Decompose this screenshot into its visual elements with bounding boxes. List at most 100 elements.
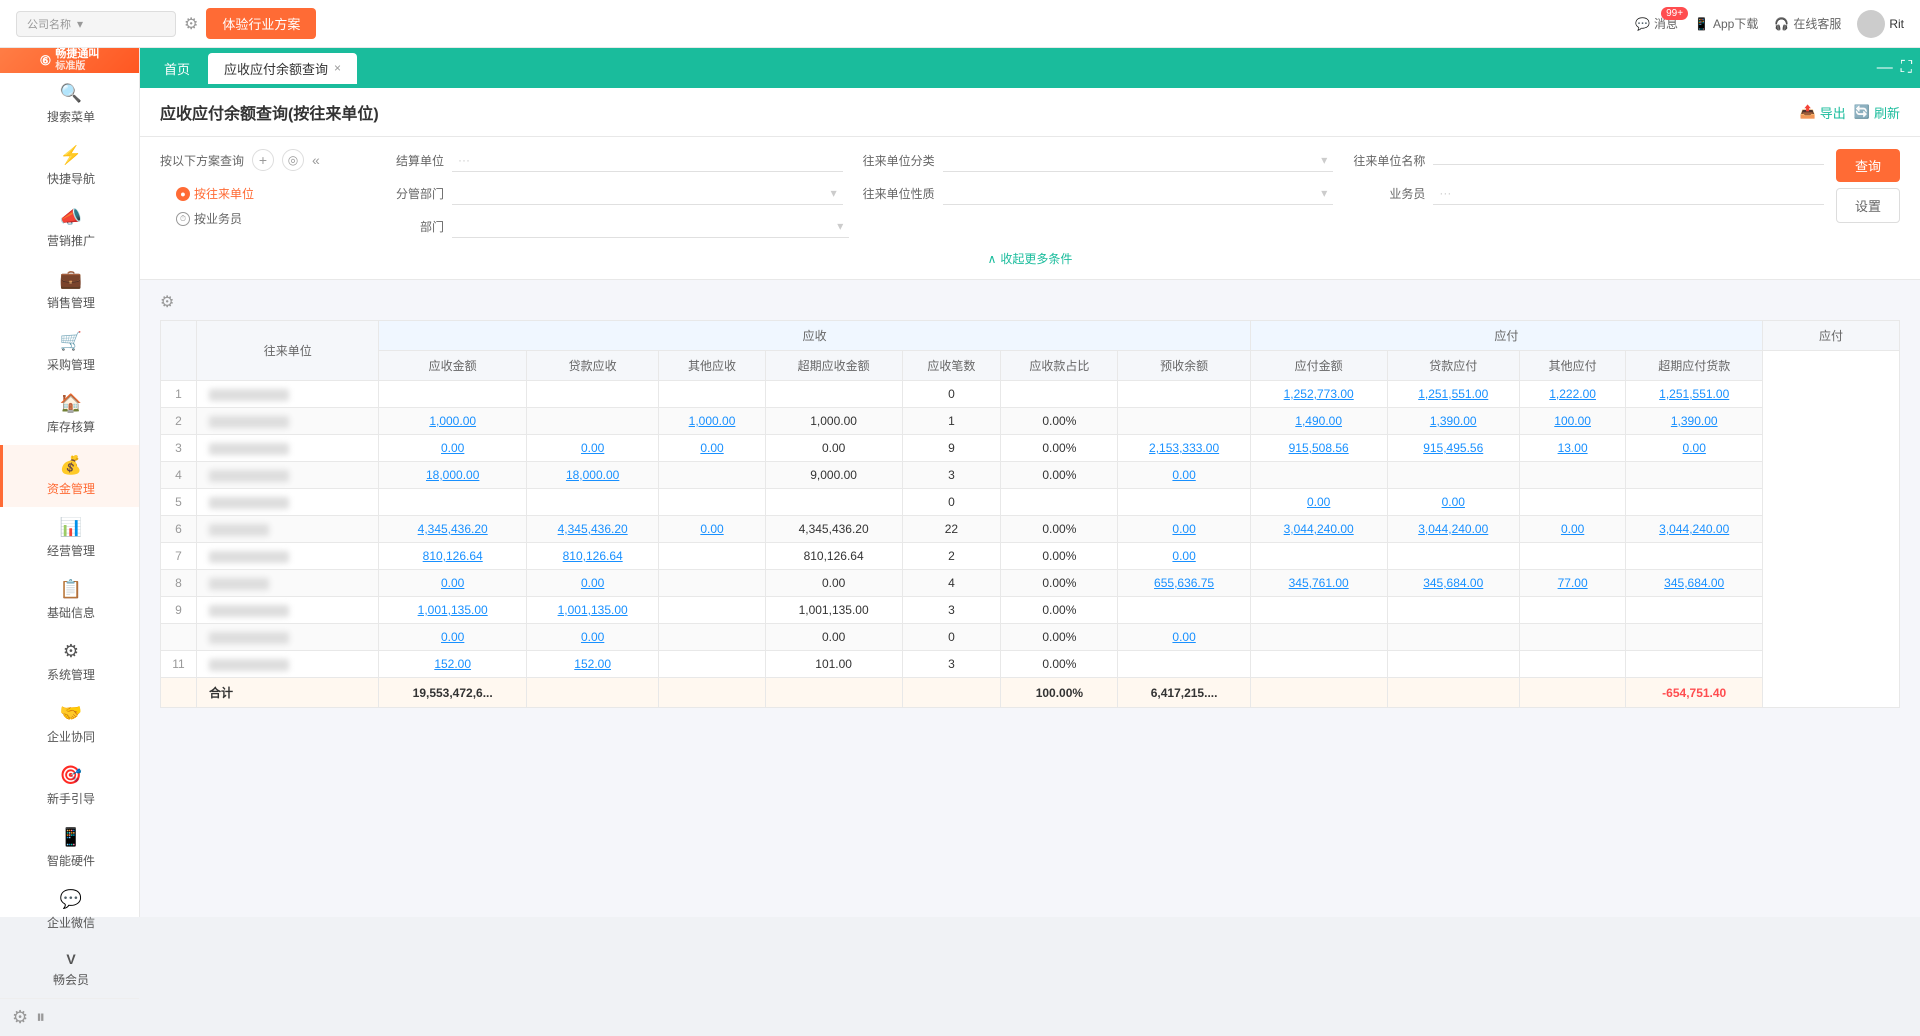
scheme-dot-icon: ● [176, 187, 190, 201]
quicknav-icon: ⚡ [60, 145, 82, 166]
export-icon: 📤 [1800, 104, 1816, 120]
department-arrow: ▾ [837, 219, 843, 233]
tab-close-icon[interactable]: × [334, 61, 341, 75]
top-bar-left: 公司名称 ▾ ⚙ 体验行业方案 [16, 8, 1623, 39]
sidebar-item-vip[interactable]: V 畅会员 [0, 941, 139, 998]
filter-collapse-button[interactable]: ∧ 收起更多条件 [160, 250, 1900, 267]
user-profile[interactable]: Rit [1857, 10, 1904, 38]
unit-category-input[interactable]: ▾ [943, 149, 1334, 172]
purchase-icon: 🛒 [60, 331, 82, 352]
th-rownum [161, 321, 197, 381]
sidebar-item-quicknav[interactable]: ⚡ 快捷导航 [0, 135, 139, 197]
th-recv-amount: 应收金额 [379, 351, 527, 381]
scheme-item-unit[interactable]: ● 按往来单位 [168, 181, 360, 206]
expand-icon[interactable]: ⛶ [1901, 59, 1912, 77]
branch-dept-input[interactable]: ▾ [452, 182, 843, 205]
table-area: ⚙ 往来单位 应收 应付 应付 [140, 280, 1920, 720]
message-badge: 99+ [1661, 7, 1688, 20]
user-name: Rit [1889, 17, 1904, 31]
settlement-unit-input[interactable]: ··· [452, 149, 843, 172]
table-row: 80.000.000.0040.00%655,636.75345,761.003… [161, 570, 1900, 597]
sidebar-item-label: 搜索菜单 [47, 108, 95, 125]
filter-unit-category: 往来单位分类 ▾ [863, 149, 1334, 172]
sidebar-item-label: 系统管理 [47, 666, 95, 683]
th-unit: 往来单位 [197, 321, 379, 381]
settings-icon[interactable]: ⚙ [184, 14, 198, 34]
unit-nature-input[interactable]: ▾ [943, 182, 1334, 205]
table-settings-icon[interactable]: ⚙ [160, 292, 174, 312]
header-actions: 📤 导出 🔄 刷新 [1800, 103, 1900, 122]
filter-setting-button[interactable]: ◎ [282, 149, 304, 171]
sidebar-item-search[interactable]: 🔍 搜索菜单 [0, 73, 139, 135]
th-pay-amount: 应付金额 [1250, 351, 1387, 381]
table-row: 7810,126.64810,126.64810,126.6420.00%0.0… [161, 543, 1900, 570]
sidebar-item-wechat[interactable]: 💬 企业微信 [0, 879, 139, 941]
sidebar-item-guide[interactable]: 🎯 新手引导 [0, 755, 139, 817]
message-icon: 💬 [1635, 17, 1650, 31]
filter-add-button[interactable]: + [252, 149, 274, 171]
query-button[interactable]: 查询 [1836, 149, 1900, 182]
sidebar-item-marketing[interactable]: 📣 营销推广 [0, 197, 139, 259]
hardware-icon: 📱 [60, 827, 82, 848]
bottom-settings-icon[interactable]: ⚙ [12, 1007, 28, 1028]
export-button[interactable]: 📤 导出 [1800, 103, 1846, 122]
filter-collapse-arrow[interactable]: « [312, 152, 320, 168]
sidebar-item-basic[interactable]: 📋 基础信息 [0, 569, 139, 631]
footer-label: 合计 [197, 678, 379, 708]
sidebar-item-collaboration[interactable]: 🤝 企业协同 [0, 693, 139, 755]
th-overdue-recv: 超期应收金额 [765, 351, 902, 381]
sidebar-item-system[interactable]: ⚙ 系统管理 [0, 631, 139, 693]
unit-nature-label: 往来单位性质 [863, 185, 935, 202]
sales-icon: 💼 [60, 269, 82, 290]
settings-button[interactable]: 设置 [1836, 188, 1900, 223]
tab-home[interactable]: 首页 [148, 53, 206, 84]
finance-icon: 💰 [60, 455, 82, 476]
bottom-collapse-icon[interactable]: ⏸ [36, 1007, 45, 1028]
th-loan-pay: 贷款应付 [1387, 351, 1519, 381]
footer-other-recv [659, 678, 765, 708]
sidebar-item-finance[interactable]: 💰 资金管理 [0, 445, 139, 507]
tab-bar-right: — ⛶ [1877, 59, 1912, 77]
layout: ⑥ 畅捷通叫 标准版 🔍 搜索菜单 ⚡ 快捷导航 📣 营销推广 💼 销售管理 🛒… [0, 48, 1920, 917]
scheme-item-salesperson[interactable]: ⏱ 按业务员 [168, 206, 360, 231]
guide-icon: 🎯 [60, 765, 82, 786]
unit-name-label: 往来单位名称 [1353, 152, 1425, 169]
tab-active[interactable]: 应收应付余额查询 × [208, 53, 357, 84]
sidebar-item-inventory[interactable]: 🏠 库存核算 [0, 383, 139, 445]
footer-pay-amount [1250, 678, 1387, 708]
sidebar-item-label: 库存核算 [47, 418, 95, 435]
th-other-recv: 其他应收 [659, 351, 765, 381]
online-service-button[interactable]: 🎧 在线客服 [1774, 15, 1841, 32]
company-selector[interactable]: 公司名称 ▾ [16, 11, 176, 37]
marketing-icon: 📣 [60, 207, 82, 228]
collapse-label: 收起更多条件 [1000, 250, 1072, 267]
salesperson-input[interactable]: ··· [1433, 182, 1824, 205]
sidebar-item-sales[interactable]: 💼 销售管理 [0, 259, 139, 321]
sidebar-item-management[interactable]: 📊 经营管理 [0, 507, 139, 569]
message-button[interactable]: 💬 消息 99+ [1635, 15, 1678, 32]
scheme-label: 按往来单位 [194, 185, 254, 202]
table-row: 101,252,773.001,251,551.001,222.001,251,… [161, 381, 1900, 408]
sidebar-item-label: 企业协同 [47, 728, 95, 745]
refresh-button[interactable]: 🔄 刷新 [1854, 103, 1900, 122]
footer-other-pay [1519, 678, 1625, 708]
minimize-icon[interactable]: — [1877, 59, 1893, 77]
unit-name-input[interactable] [1433, 156, 1824, 165]
unit-category-arrow: ▾ [1321, 153, 1327, 167]
app-download-button[interactable]: 📱 App下载 [1694, 15, 1758, 32]
table-row: 64,345,436.204,345,436.200.004,345,436.2… [161, 516, 1900, 543]
trial-button[interactable]: 体验行业方案 [206, 8, 316, 39]
app-download-label: App下载 [1713, 15, 1758, 32]
table-footer-row: 合计 19,553,472,6... 100.00% 6,417,215.... [161, 678, 1900, 708]
sidebar-item-label: 资金管理 [47, 480, 95, 497]
filter-label-row: 按以下方案查询 + ◎ « [160, 149, 360, 171]
sidebar-item-hardware[interactable]: 📱 智能硬件 [0, 817, 139, 879]
settlement-unit-label: 结算单位 [372, 152, 444, 169]
scheme-label: 按业务员 [194, 210, 242, 227]
department-input[interactable]: ▾ [452, 215, 849, 238]
sidebar-item-purchase[interactable]: 🛒 采购管理 [0, 321, 139, 383]
management-icon: 📊 [60, 517, 82, 538]
th-loan-recv: 贷款应收 [526, 351, 658, 381]
company-name: 公司名称 [27, 16, 71, 32]
wechat-icon: 💬 [60, 889, 82, 910]
